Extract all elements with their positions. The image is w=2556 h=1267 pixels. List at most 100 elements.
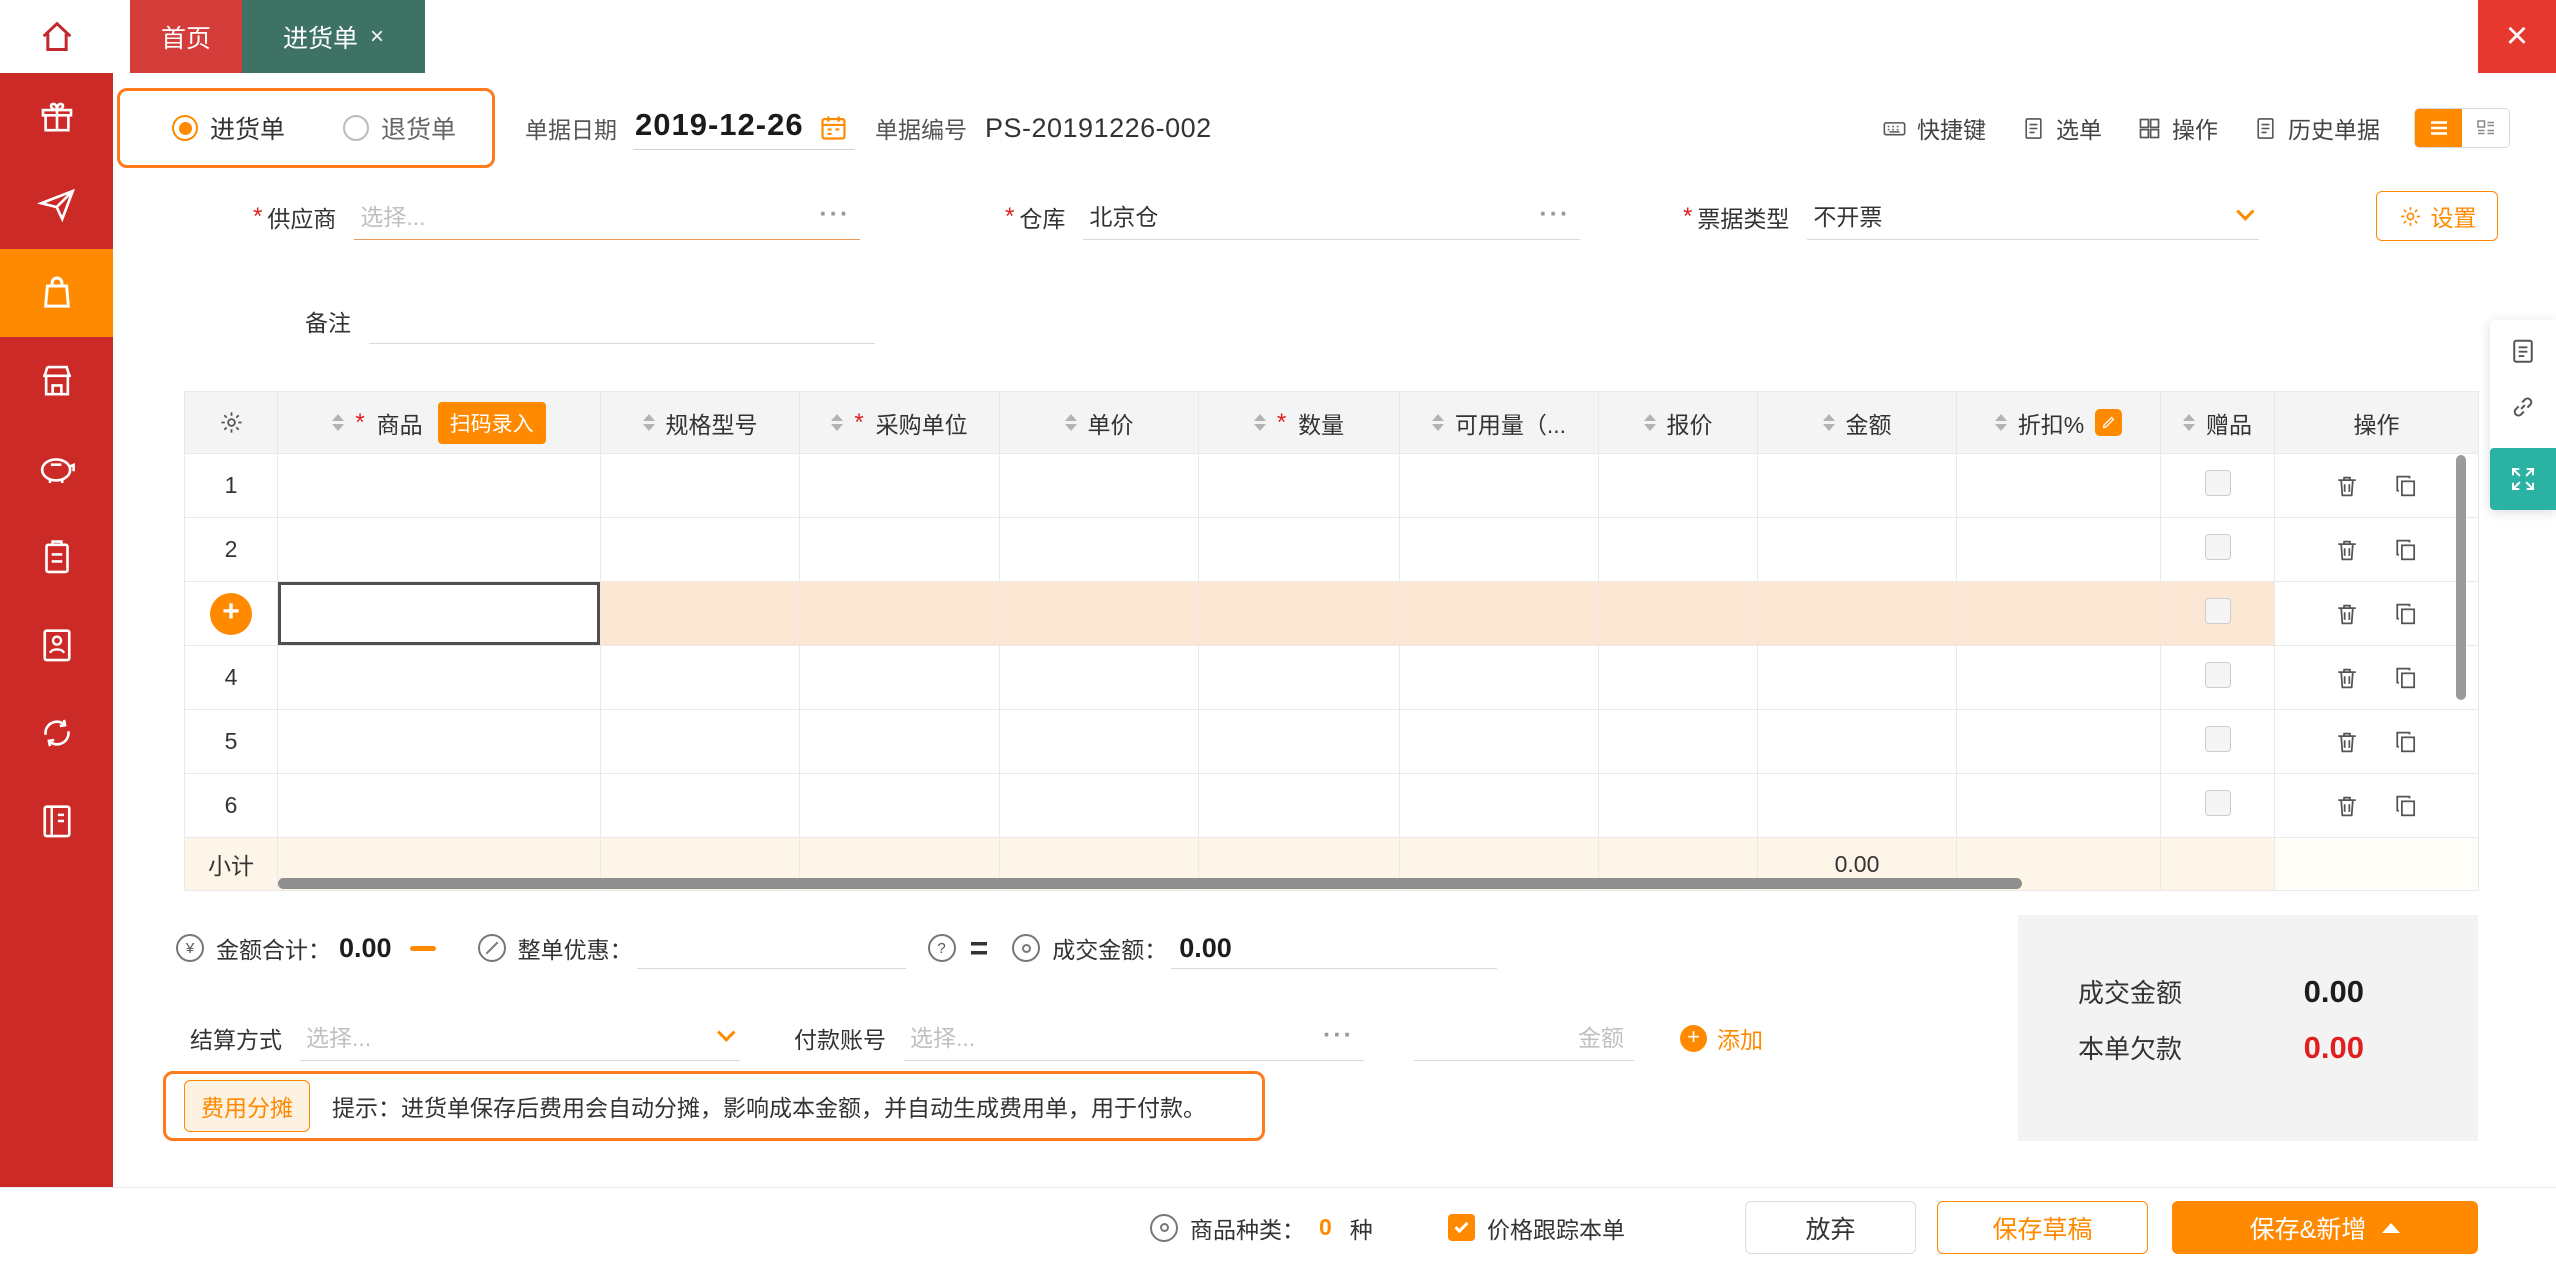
grid-cell-unit[interactable] bbox=[799, 645, 1000, 710]
tab-purchase-order[interactable]: 进货单 × bbox=[242, 0, 425, 73]
caret-up-icon[interactable] bbox=[2382, 1222, 2401, 1233]
card-view-button[interactable] bbox=[2462, 109, 2509, 147]
sidebar-item-purchase[interactable] bbox=[0, 249, 113, 337]
edit-discount-icon[interactable] bbox=[2095, 409, 2123, 436]
list-view-button[interactable] bbox=[2415, 109, 2462, 147]
sort-icon[interactable] bbox=[1994, 414, 2007, 431]
history-orders-button[interactable]: 历史单据 bbox=[2252, 111, 2380, 145]
delete-row-icon[interactable] bbox=[2333, 600, 2361, 628]
vertical-scrollbar[interactable] bbox=[2456, 455, 2466, 700]
grid-cell-quote[interactable] bbox=[1598, 517, 1758, 582]
save-and-new-button[interactable]: 保存&新增 bbox=[2172, 1201, 2478, 1254]
grid-cell-quote[interactable] bbox=[1598, 453, 1758, 518]
note-tool-button[interactable] bbox=[2508, 336, 2538, 366]
col-header-available[interactable]: 可用量（... bbox=[1399, 391, 1599, 454]
settle-method-select[interactable]: 选择... bbox=[300, 1015, 740, 1061]
tab-home[interactable]: 首页 bbox=[130, 0, 242, 73]
payment-amount-input[interactable]: 金额 bbox=[1414, 1015, 1634, 1061]
grid-cell-price[interactable] bbox=[999, 645, 1199, 710]
copy-row-icon[interactable] bbox=[2392, 728, 2420, 756]
scan-entry-button[interactable]: 扫码录入 bbox=[437, 401, 546, 444]
col-header-spec[interactable]: 规格型号 bbox=[600, 391, 800, 454]
copy-row-icon[interactable] bbox=[2392, 472, 2420, 500]
invoice-type-select[interactable]: 不开票 bbox=[1807, 194, 2260, 240]
grid-cell-unit[interactable] bbox=[799, 709, 1000, 774]
shortcut-keys-button[interactable]: 快捷键 bbox=[1881, 111, 1986, 145]
grid-cell-price[interactable] bbox=[999, 773, 1199, 838]
grid-cell-quote[interactable] bbox=[1598, 709, 1758, 774]
grid-cell-spec[interactable] bbox=[600, 453, 800, 518]
tab-close-icon[interactable]: × bbox=[370, 23, 384, 51]
grid-cell-quote[interactable] bbox=[1598, 645, 1758, 710]
grid-cell-unit[interactable] bbox=[799, 773, 1000, 838]
fullscreen-expand-button[interactable] bbox=[2490, 448, 2556, 510]
sidebar-item-home[interactable] bbox=[0, 0, 113, 73]
col-header-amount[interactable]: 金额 bbox=[1757, 391, 1957, 454]
order-discount-input[interactable] bbox=[636, 927, 906, 969]
grid-cell-price[interactable] bbox=[999, 453, 1199, 518]
copy-row-icon[interactable] bbox=[2392, 600, 2420, 628]
chevron-down-icon[interactable] bbox=[717, 1023, 736, 1042]
sort-icon[interactable] bbox=[1253, 414, 1266, 431]
grid-cell-spec[interactable] bbox=[600, 709, 800, 774]
fee-share-button[interactable]: 费用分摊 bbox=[184, 1080, 310, 1132]
grid-cell-quote[interactable] bbox=[1598, 773, 1758, 838]
col-header-quote[interactable]: 报价 bbox=[1598, 391, 1758, 454]
grid-cell-amount[interactable] bbox=[1757, 581, 1957, 646]
sort-icon[interactable] bbox=[332, 414, 345, 431]
grid-cell-discount[interactable] bbox=[1956, 453, 2161, 518]
copy-row-icon[interactable] bbox=[2392, 792, 2420, 820]
col-header-product[interactable]: * 商品 扫码录入 bbox=[277, 391, 601, 454]
sort-icon[interactable] bbox=[2183, 414, 2195, 431]
grid-cell-spec[interactable] bbox=[600, 773, 800, 838]
grid-cell-spec[interactable] bbox=[600, 517, 800, 582]
grid-cell-unit[interactable] bbox=[799, 453, 1000, 518]
add-row-button[interactable]: + bbox=[210, 592, 252, 635]
grid-cell-qty[interactable] bbox=[1198, 709, 1400, 774]
grid-cell-product[interactable] bbox=[277, 773, 601, 838]
window-close-button[interactable]: × bbox=[2478, 0, 2556, 73]
select-order-button[interactable]: 选单 bbox=[2020, 111, 2102, 145]
copy-row-icon[interactable] bbox=[2392, 664, 2420, 692]
supplier-select[interactable]: 选择... ··· bbox=[354, 194, 861, 240]
more-icon[interactable]: ··· bbox=[1323, 1021, 1354, 1050]
date-field[interactable]: 2019-12-26 bbox=[633, 107, 855, 150]
sidebar-item-finance[interactable] bbox=[0, 425, 113, 513]
grid-cell-amount[interactable] bbox=[1757, 773, 1957, 838]
delete-row-icon[interactable] bbox=[2333, 472, 2361, 500]
grid-cell-amount[interactable] bbox=[1757, 645, 1957, 710]
grid-cell-qty[interactable] bbox=[1198, 453, 1400, 518]
abandon-button[interactable]: 放弃 bbox=[1745, 1201, 1916, 1254]
sort-icon[interactable] bbox=[1643, 414, 1656, 431]
grid-cell-quote[interactable] bbox=[1598, 581, 1758, 646]
col-header-unit[interactable]: * 采购单位 bbox=[799, 391, 1000, 454]
add-payment-button[interactable]: + 添加 bbox=[1680, 1021, 1763, 1055]
grid-cell-product[interactable] bbox=[277, 453, 601, 518]
grid-cell-discount[interactable] bbox=[1956, 645, 2161, 710]
radio-purchase-order[interactable]: 进货单 bbox=[172, 110, 285, 146]
grid-cell-unit[interactable] bbox=[799, 581, 1000, 646]
help-icon[interactable]: ? bbox=[927, 934, 956, 962]
grid-cell-qty[interactable] bbox=[1198, 517, 1400, 582]
horizontal-scrollbar[interactable] bbox=[278, 878, 2022, 889]
gift-checkbox[interactable] bbox=[2204, 789, 2231, 816]
grid-cell-product[interactable] bbox=[277, 517, 601, 582]
col-header-discount[interactable]: 折扣% bbox=[1956, 391, 2161, 454]
gift-checkbox[interactable] bbox=[2204, 469, 2231, 496]
sort-icon[interactable] bbox=[1064, 414, 1077, 431]
sort-icon[interactable] bbox=[642, 414, 655, 431]
grid-cell-discount[interactable] bbox=[1956, 581, 2161, 646]
calendar-icon[interactable] bbox=[818, 112, 849, 143]
sidebar-item-warehouse[interactable] bbox=[0, 337, 113, 425]
sort-icon[interactable] bbox=[831, 414, 844, 431]
sidebar-item-orders[interactable] bbox=[0, 513, 113, 601]
radio-return-order[interactable]: 退货单 bbox=[343, 110, 456, 146]
grid-cell-discount[interactable] bbox=[1956, 709, 2161, 774]
grid-cell-amount[interactable] bbox=[1757, 517, 1957, 582]
grid-cell-qty[interactable] bbox=[1198, 581, 1400, 646]
delete-row-icon[interactable] bbox=[2333, 664, 2361, 692]
grid-cell-price[interactable] bbox=[999, 709, 1199, 774]
delete-row-icon[interactable] bbox=[2333, 728, 2361, 756]
more-icon[interactable]: ··· bbox=[819, 200, 850, 229]
delete-row-icon[interactable] bbox=[2333, 536, 2361, 564]
